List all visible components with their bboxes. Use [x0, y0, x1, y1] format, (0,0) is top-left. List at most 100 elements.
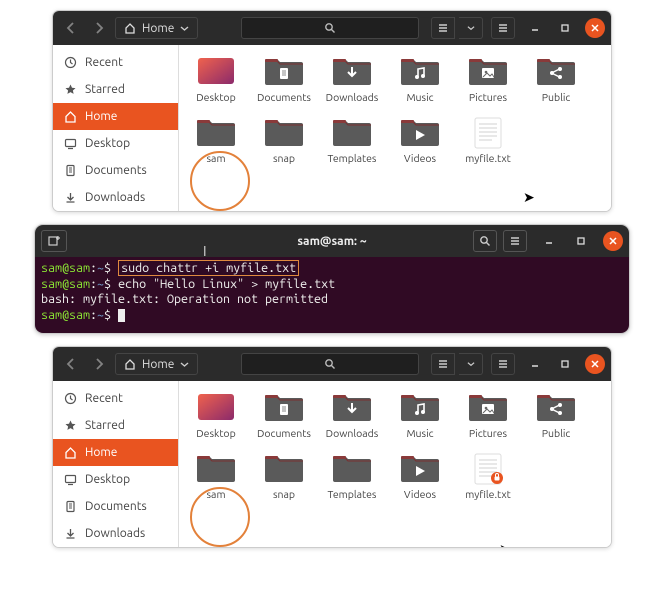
path-bar-button[interactable]: Home: [115, 353, 198, 375]
folder-item-public[interactable]: Public: [527, 387, 585, 440]
folder-icon: [329, 112, 375, 152]
folder-item-pictures[interactable]: Pictures: [459, 51, 517, 104]
folder-item-desktop[interactable]: Desktop: [187, 387, 245, 440]
list-view-button[interactable]: [431, 17, 455, 39]
sidebar-item-desktop[interactable]: Desktop: [53, 466, 178, 493]
sidebar-item-label: Starred: [85, 419, 125, 432]
folder-item-music[interactable]: Music: [391, 387, 449, 440]
folder-icon: [329, 448, 375, 488]
chevron-down-icon: [180, 360, 189, 369]
folder-item-snap[interactable]: snap: [255, 112, 313, 165]
sidebar-item-documents[interactable]: Documents: [53, 493, 178, 520]
share-folder-icon: [533, 51, 579, 91]
item-label: myfile.txt: [465, 489, 511, 501]
video-folder-icon: [397, 448, 443, 488]
close-button[interactable]: [585, 18, 605, 38]
folder-item-music[interactable]: Music: [391, 51, 449, 104]
minimize-button[interactable]: [525, 18, 545, 38]
sidebar-item-label: Home: [85, 446, 117, 459]
maximize-button[interactable]: [555, 18, 575, 38]
cursor-icon: ➤: [523, 189, 535, 206]
folder-icon: [193, 112, 239, 152]
folder-item-videos[interactable]: Videos: [391, 448, 449, 501]
folder-item-templates[interactable]: Templates: [323, 448, 381, 501]
sidebar: RecentStarred Home Desktop Documents Downloa…: [53, 45, 179, 211]
sidebar-item-home[interactable]: Home: [53, 103, 178, 130]
terminal-body[interactable]: sam@sam:~$ sudo chattr +i myfile.txtsam@…: [35, 257, 629, 333]
download-folder-icon: [329, 387, 375, 427]
download-folder-icon: [329, 51, 375, 91]
sidebar-item-starred[interactable]: Starred: [53, 412, 178, 439]
sidebar-item-desktop[interactable]: Desktop: [53, 130, 178, 157]
file-manager-window-top: Home RecentStarred Home Desktop Documents Do…: [52, 10, 612, 212]
sidebar-item-documents[interactable]: Documents: [53, 157, 178, 184]
item-label: snap: [273, 153, 295, 165]
folder-item-downloads[interactable]: Downloads: [323, 387, 381, 440]
folder-item-public[interactable]: Public: [527, 51, 585, 104]
sidebar-item-label: Documents: [85, 164, 147, 177]
view-dropdown-button[interactable]: [459, 17, 483, 39]
folder-item-templates[interactable]: Templates: [323, 112, 381, 165]
maximize-button[interactable]: [555, 354, 575, 374]
maximize-button[interactable]: [571, 231, 591, 251]
item-label: Music: [406, 428, 433, 440]
forward-button[interactable]: [87, 353, 111, 375]
item-label: Music: [406, 92, 433, 104]
terminal-menu-button[interactable]: [503, 230, 527, 252]
folder-item-documents[interactable]: Documents: [255, 51, 313, 104]
folder-item-desktop[interactable]: Desktop: [187, 51, 245, 104]
folder-item-videos[interactable]: Videos: [391, 112, 449, 165]
file-item-myfile-txt[interactable]: myfile.txt: [459, 448, 517, 501]
folder-item-downloads[interactable]: Downloads: [323, 51, 381, 104]
forward-button[interactable]: [87, 17, 111, 39]
folder-item-pictures[interactable]: Pictures: [459, 387, 517, 440]
sidebar-item-recent[interactable]: Recent: [53, 385, 178, 412]
close-button[interactable]: [603, 231, 623, 251]
star-icon: [63, 419, 77, 432]
chevron-down-icon: [180, 24, 189, 33]
terminal-search-button[interactable]: [473, 230, 497, 252]
home-icon: [63, 446, 77, 459]
sidebar-item-downloads[interactable]: Downloads: [53, 184, 178, 211]
file-manager-header: Home: [53, 11, 611, 45]
minimize-button[interactable]: [539, 231, 559, 251]
sidebar-item-label: Downloads: [85, 527, 145, 540]
search-input[interactable]: [241, 353, 419, 375]
list-view-button[interactable]: [431, 353, 455, 375]
hamburger-button[interactable]: [491, 17, 515, 39]
item-label: Videos: [404, 153, 436, 165]
sidebar-item-label: Desktop: [85, 137, 130, 150]
file-manager-header: Home: [53, 347, 611, 381]
path-label: Home: [142, 358, 174, 371]
folder-item-snap[interactable]: snap: [255, 448, 313, 501]
close-button[interactable]: [585, 354, 605, 374]
folder-item-documents[interactable]: Documents: [255, 387, 313, 440]
item-label: Desktop: [196, 428, 235, 440]
doc-icon: [63, 500, 77, 513]
terminal-window: sam@sam: ~ I sam@sam:~$ sudo chattr +i m…: [34, 224, 630, 334]
hamburger-button[interactable]: [491, 353, 515, 375]
back-button[interactable]: [59, 17, 83, 39]
cursor-icon: ➤: [499, 541, 511, 548]
home-icon: [124, 358, 136, 370]
picture-folder-icon: [465, 387, 511, 427]
path-bar-button[interactable]: Home: [115, 17, 198, 39]
sidebar-item-recent[interactable]: Recent: [53, 49, 178, 76]
sidebar-item-label: Home: [85, 110, 117, 123]
search-input[interactable]: [241, 17, 419, 39]
new-tab-button[interactable]: [41, 230, 67, 252]
file-icon: [465, 112, 511, 152]
sidebar-item-downloads[interactable]: Downloads: [53, 520, 178, 547]
view-dropdown-button[interactable]: [459, 353, 483, 375]
minimize-button[interactable]: [525, 354, 545, 374]
highlight-circle: [190, 487, 250, 547]
clock-icon: [63, 56, 77, 69]
sidebar-item-home[interactable]: Home: [53, 439, 178, 466]
sidebar-item-starred[interactable]: Starred: [53, 76, 178, 103]
item-label: Documents: [257, 92, 311, 104]
home-icon: [124, 22, 136, 34]
sidebar-item-label: Documents: [85, 500, 147, 513]
file-item-myfile-txt[interactable]: myfile.txt: [459, 112, 517, 165]
doc-folder-icon: [261, 387, 307, 427]
back-button[interactable]: [59, 353, 83, 375]
